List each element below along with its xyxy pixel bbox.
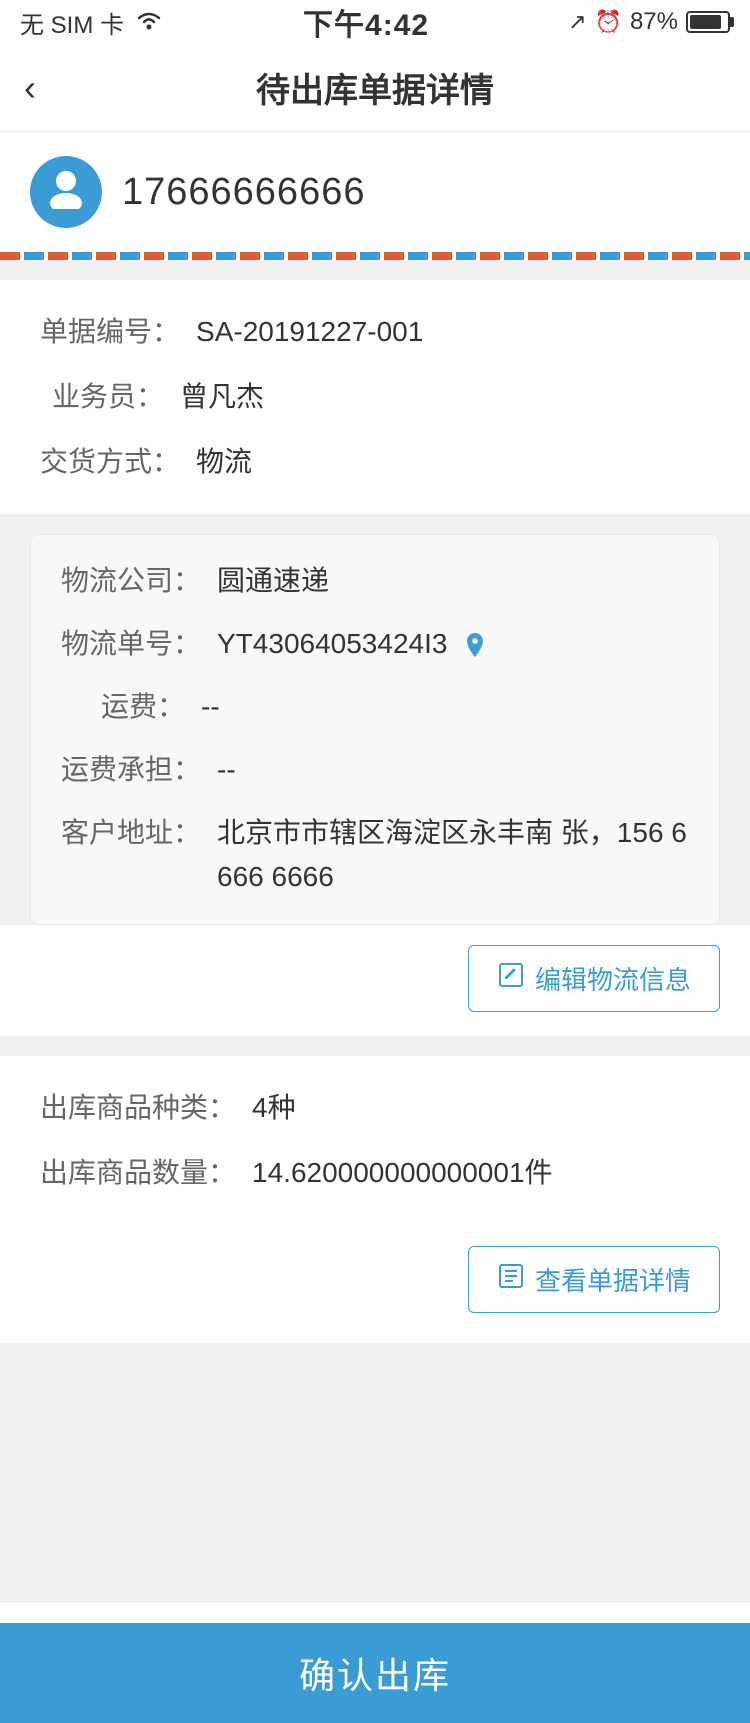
product-section: 出库商品种类： 4种 出库商品数量： 14.620000000000001件 bbox=[0, 1056, 750, 1226]
sales-person-label: 业务员： bbox=[40, 375, 180, 420]
logistics-address-value: 北京市市辖区海淀区永丰南 张，156 6666 6666 bbox=[217, 811, 689, 901]
logistics-tracking-label: 物流单号： bbox=[61, 622, 217, 667]
logistics-address-label: 客户地址： bbox=[61, 811, 217, 856]
product-quantity-label: 出库商品数量： bbox=[40, 1151, 252, 1196]
order-info-section: 单据编号： SA-20191227-001 业务员： 曾凡杰 交货方式： 物流 bbox=[0, 280, 750, 514]
confirm-outbound-button[interactable]: 确认出库 bbox=[0, 1623, 750, 1723]
edit-icon bbox=[497, 961, 525, 996]
edit-logistics-section: 编辑物流信息 bbox=[0, 925, 750, 1036]
sales-person-value: 曾凡杰 bbox=[180, 375, 710, 420]
confirm-btn-wrap: 确认出库 bbox=[0, 1603, 750, 1723]
logistics-company-value: 圆通速递 bbox=[217, 559, 689, 604]
document-number-value: SA-20191227-001 bbox=[196, 310, 710, 355]
customer-header: 17666666666 bbox=[0, 132, 750, 252]
content: 17666666666 单据编号： SA-20191227-001 业务员： 曾… bbox=[0, 132, 750, 1723]
avatar-icon bbox=[44, 165, 88, 219]
delivery-method-label: 交货方式： bbox=[40, 440, 196, 485]
status-bar: 无 SIM 卡 下午4:42 ↗ ⏰ 87% bbox=[0, 0, 750, 44]
document-number-label: 单据编号： bbox=[40, 310, 196, 355]
delivery-method-row: 交货方式： 物流 bbox=[40, 440, 710, 485]
logistics-freight-bearer-row: 运费承担： -- bbox=[61, 748, 689, 793]
logistics-freight-value: -- bbox=[201, 685, 689, 730]
product-quantity-value: 14.620000000000001件 bbox=[252, 1151, 710, 1196]
logistics-company-label: 物流公司： bbox=[61, 559, 217, 604]
page-title: 待出库单据详情 bbox=[256, 63, 494, 112]
location-icon: ↗ bbox=[568, 9, 586, 35]
dashed-divider bbox=[0, 252, 750, 260]
product-quantity-row: 出库商品数量： 14.620000000000001件 bbox=[40, 1151, 710, 1196]
page: 无 SIM 卡 下午4:42 ↗ ⏰ 87% ‹ 待出库单据详情 bbox=[0, 0, 750, 1723]
location-pin-icon[interactable] bbox=[459, 629, 491, 661]
back-icon: ‹ bbox=[24, 67, 36, 108]
avatar bbox=[30, 156, 102, 228]
edit-logistics-label: 编辑物流信息 bbox=[535, 960, 691, 997]
product-category-label: 出库商品种类： bbox=[40, 1086, 252, 1131]
edit-logistics-button[interactable]: 编辑物流信息 bbox=[468, 945, 720, 1012]
carrier-text: 无 SIM 卡 bbox=[20, 5, 124, 40]
nav-bar: ‹ 待出库单据详情 bbox=[0, 44, 750, 132]
battery-fill bbox=[690, 15, 721, 29]
status-time: 下午4:42 bbox=[303, 0, 429, 44]
confirm-btn-label: 确认出库 bbox=[299, 1647, 451, 1699]
logistics-freight-bearer-label: 运费承担： bbox=[61, 748, 217, 793]
list-icon bbox=[497, 1262, 525, 1297]
logistics-freight-bearer-value: -- bbox=[217, 748, 689, 793]
logistics-company-row: 物流公司： 圆通速递 bbox=[61, 559, 689, 604]
logistics-tracking-value: YT43064053424I3 bbox=[217, 622, 689, 667]
sales-person-row: 业务员： 曾凡杰 bbox=[40, 375, 710, 420]
wifi-icon bbox=[134, 8, 164, 37]
delivery-method-value: 物流 bbox=[196, 440, 710, 485]
alarm-icon: ⏰ bbox=[595, 9, 622, 35]
logistics-tracking-row: 物流单号： YT43064053424I3 bbox=[61, 622, 689, 667]
logistics-card: 物流公司： 圆通速递 物流单号： YT43064053424I3 运费： -- bbox=[30, 534, 720, 925]
document-number-row: 单据编号： SA-20191227-001 bbox=[40, 310, 710, 355]
logistics-freight-label: 运费： bbox=[61, 685, 201, 730]
logistics-freight-row: 运费： -- bbox=[61, 685, 689, 730]
battery-icon bbox=[686, 11, 730, 33]
view-detail-label: 查看单据详情 bbox=[535, 1261, 691, 1298]
status-left: 无 SIM 卡 bbox=[20, 5, 164, 40]
tracking-number-text: YT43064053424I3 bbox=[217, 622, 447, 667]
section-separator-1 bbox=[0, 1036, 750, 1056]
back-button[interactable]: ‹ bbox=[24, 67, 36, 109]
status-right: ↗ ⏰ 87% bbox=[568, 8, 730, 36]
logistics-address-row: 客户地址： 北京市市辖区海淀区永丰南 张，156 6666 6666 bbox=[61, 811, 689, 901]
view-detail-section: 查看单据详情 bbox=[0, 1226, 750, 1343]
empty-space bbox=[0, 1343, 750, 1603]
customer-phone: 17666666666 bbox=[122, 171, 365, 214]
battery-percent: 87% bbox=[630, 8, 678, 36]
view-detail-button[interactable]: 查看单据详情 bbox=[468, 1246, 720, 1313]
product-category-row: 出库商品种类： 4种 bbox=[40, 1086, 710, 1131]
product-category-value: 4种 bbox=[252, 1086, 710, 1131]
